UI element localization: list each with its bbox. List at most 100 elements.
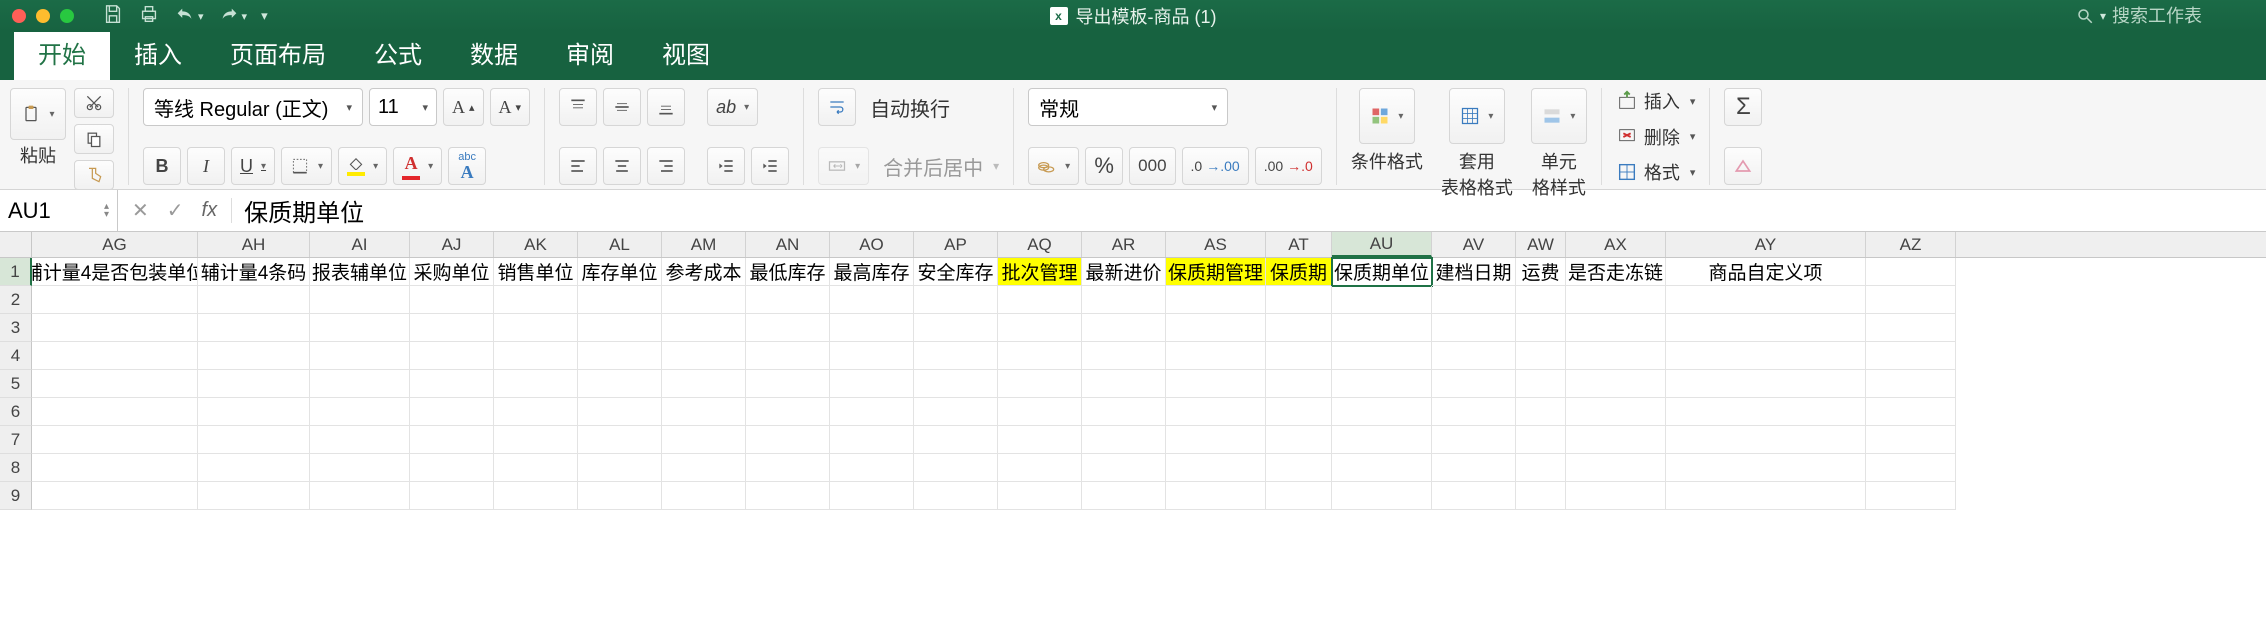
cell-AP8[interactable] [914,454,998,482]
cell-AS9[interactable] [1166,482,1266,510]
increase-indent-button[interactable] [751,147,789,185]
cell-AZ4[interactable] [1866,342,1956,370]
cell-AS3[interactable] [1166,314,1266,342]
cell-AI6[interactable] [310,398,410,426]
tab-home[interactable]: 开始 [14,27,110,80]
cell-AS2[interactable] [1166,286,1266,314]
cell-AM1[interactable]: 参考成本 [662,258,746,286]
cell-AM7[interactable] [662,426,746,454]
cell-AK9[interactable] [494,482,578,510]
cell-AL5[interactable] [578,370,662,398]
cell-AW3[interactable] [1516,314,1566,342]
cell-AU6[interactable] [1332,398,1432,426]
cell-AR9[interactable] [1082,482,1166,510]
bold-button[interactable]: B [143,147,181,185]
cell-AT5[interactable] [1266,370,1332,398]
cell-AU2[interactable] [1332,286,1432,314]
cell-AN4[interactable] [746,342,830,370]
cell-AY6[interactable] [1666,398,1866,426]
cell-AQ5[interactable] [998,370,1082,398]
cell-AN9[interactable] [746,482,830,510]
cell-AH4[interactable] [198,342,310,370]
cell-AS8[interactable] [1166,454,1266,482]
cell-AH9[interactable] [198,482,310,510]
format-as-table-button[interactable] [1449,88,1505,144]
cell-AX9[interactable] [1566,482,1666,510]
cell-AK2[interactable] [494,286,578,314]
cell-AG7[interactable] [32,426,198,454]
row-header-3[interactable]: 3 [0,314,32,342]
cell-AY1[interactable]: 商品自定义项 [1666,258,1866,286]
column-header-AZ[interactable]: AZ [1866,232,1956,257]
insert-function-button[interactable]: fx [202,199,218,222]
wrap-text-button[interactable] [818,88,856,126]
cell-AP5[interactable] [914,370,998,398]
cell-AZ2[interactable] [1866,286,1956,314]
cell-AU9[interactable] [1332,482,1432,510]
search-input[interactable] [2112,6,2252,27]
cell-AJ7[interactable] [410,426,494,454]
cell-AX2[interactable] [1566,286,1666,314]
cell-AH5[interactable] [198,370,310,398]
cell-AQ6[interactable] [998,398,1082,426]
cell-AR3[interactable] [1082,314,1166,342]
delete-cells-button[interactable]: 删除▾ [1616,124,1696,150]
cell-AH7[interactable] [198,426,310,454]
cell-AZ8[interactable] [1866,454,1956,482]
cell-AG8[interactable] [32,454,198,482]
cell-AG4[interactable] [32,342,198,370]
cell-AR5[interactable] [1082,370,1166,398]
cell-AZ6[interactable] [1866,398,1956,426]
cell-AU7[interactable] [1332,426,1432,454]
cell-AN8[interactable] [746,454,830,482]
cell-AS5[interactable] [1166,370,1266,398]
cell-AZ9[interactable] [1866,482,1956,510]
cell-AN3[interactable] [746,314,830,342]
cell-AK3[interactable] [494,314,578,342]
row-header-9[interactable]: 9 [0,482,32,510]
cell-AM4[interactable] [662,342,746,370]
cell-AI8[interactable] [310,454,410,482]
decrease-indent-button[interactable] [707,147,745,185]
cell-AW2[interactable] [1516,286,1566,314]
cell-AS1[interactable]: 保质期管理 [1166,258,1266,286]
cell-AP9[interactable] [914,482,998,510]
cell-AQ1[interactable]: 批次管理 [998,258,1082,286]
cell-AO1[interactable]: 最高库存 [830,258,914,286]
column-header-AO[interactable]: AO [830,232,914,257]
cell-AK4[interactable] [494,342,578,370]
cell-AV9[interactable] [1432,482,1516,510]
cell-AI9[interactable] [310,482,410,510]
clear-button[interactable] [1724,147,1762,185]
cell-AL3[interactable] [578,314,662,342]
cell-AG1[interactable]: 辅计量4是否包装单位 [32,258,198,286]
phonetic-button[interactable]: abcA [448,147,486,185]
cell-AW4[interactable] [1516,342,1566,370]
cell-AP7[interactable] [914,426,998,454]
cell-AH1[interactable]: 辅计量4条码 [198,258,310,286]
column-header-AR[interactable]: AR [1082,232,1166,257]
cell-AO6[interactable] [830,398,914,426]
cut-button[interactable] [74,88,114,118]
cell-AT8[interactable] [1266,454,1332,482]
cell-AX3[interactable] [1566,314,1666,342]
cell-AK1[interactable]: 销售单位 [494,258,578,286]
cell-AY5[interactable] [1666,370,1866,398]
cell-AI2[interactable] [310,286,410,314]
cell-AV1[interactable]: 建档日期 [1432,258,1516,286]
font-name-select[interactable]: 等线 Regular (正文)▾ [143,88,363,126]
align-middle-button[interactable] [603,88,641,126]
row-header-2[interactable]: 2 [0,286,32,314]
cell-styles-button[interactable] [1531,88,1587,144]
cell-AY3[interactable] [1666,314,1866,342]
cell-AO2[interactable] [830,286,914,314]
column-header-AY[interactable]: AY [1666,232,1866,257]
column-header-AL[interactable]: AL [578,232,662,257]
cell-AW6[interactable] [1516,398,1566,426]
cell-AJ2[interactable] [410,286,494,314]
save-icon[interactable] [102,3,124,30]
cell-AG9[interactable] [32,482,198,510]
column-header-AK[interactable]: AK [494,232,578,257]
cell-AH6[interactable] [198,398,310,426]
align-bottom-button[interactable] [647,88,685,126]
